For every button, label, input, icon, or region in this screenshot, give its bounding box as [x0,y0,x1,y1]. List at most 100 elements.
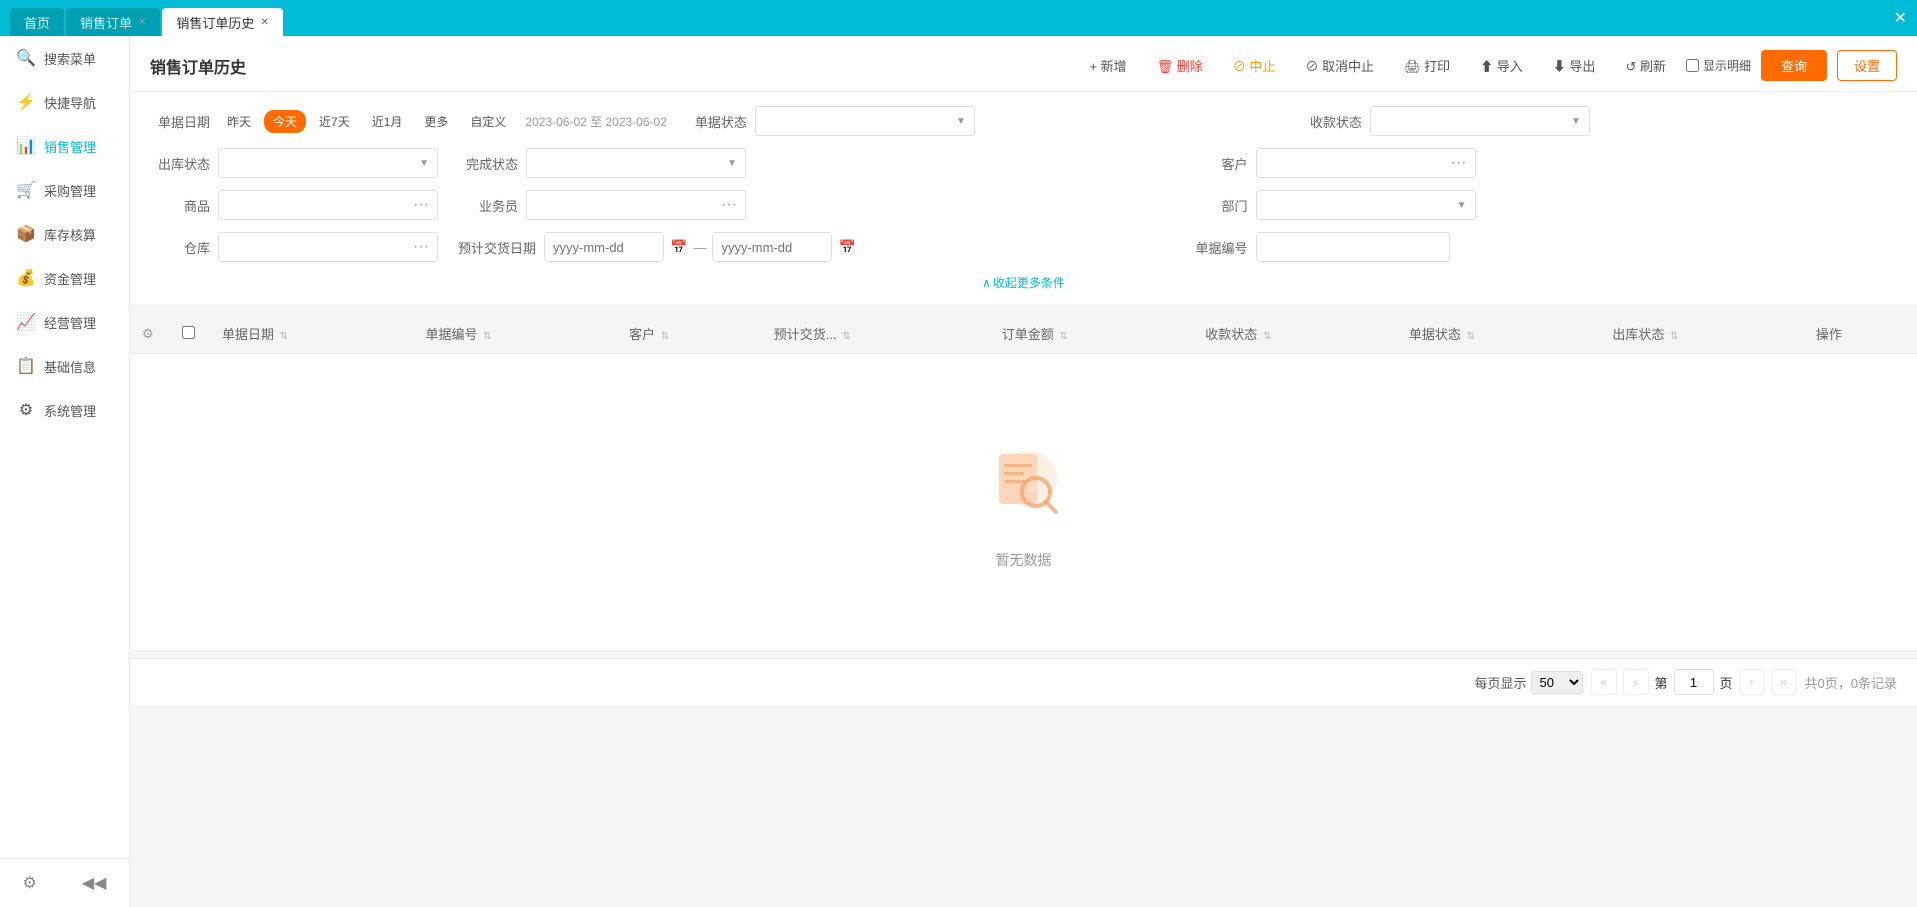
sidebar-item-operations[interactable]: 📈 经营管理 [0,300,129,344]
tab-home[interactable]: 首页 [10,8,64,36]
next-page-button[interactable]: › [1739,669,1765,695]
salesperson-label: 业务员 [458,196,518,215]
display-columns-checkbox[interactable] [1686,59,1699,72]
salesperson-select[interactable]: ··· [526,190,746,220]
table-settings-icon[interactable]: ⚙ [142,326,154,341]
filter-row-1: 单据日期 昨天 今天 近7天 近1月 更多 自定义 2023-06-02 至 2… [150,106,1897,136]
date-to-calendar-icon[interactable]: 📅 [838,239,855,256]
product-dots[interactable]: ··· [413,196,429,214]
warehouse-select[interactable]: ··· [218,232,438,262]
pill-yesterday[interactable]: 昨天 [218,110,260,133]
total-info: 共0页，0条记录 [1805,673,1897,692]
sidebar-item-purchase-mgmt[interactable]: 🛒 采购管理 [0,168,129,212]
last-page-button[interactable]: » [1771,669,1797,695]
display-columns-label: 显示明细 [1703,57,1751,74]
pill-1month[interactable]: 近1月 [363,110,412,133]
sidebar-item-finance[interactable]: 💰 资金管理 [0,256,129,300]
table-body: 暂无数据 [130,354,1917,651]
department-select[interactable]: ▼ [1256,190,1476,220]
filter-item-warehouse: 仓库 ··· [150,232,438,262]
import-button[interactable]: ⬆ 导入 [1470,51,1533,80]
department-chevron: ▼ [1457,200,1467,211]
pill-7days[interactable]: 近7天 [310,110,359,133]
salesperson-dots[interactable]: ··· [721,196,737,214]
payment-status-select[interactable]: ▼ [1370,106,1590,136]
payment-status-label: 收款状态 [1302,112,1362,131]
tab-sales-order-history-close[interactable]: ✕ [260,17,268,28]
sort-date-icon[interactable]: ⇅ [280,331,288,342]
empty-state-cell: 暂无数据 [130,354,1917,651]
sidebar-item-inventory-label: 库存核算 [44,225,96,244]
complete-status-select[interactable]: ▼ [526,148,746,178]
product-select[interactable]: ··· [218,190,438,220]
col-operation: 操作 [1804,314,1917,354]
sidebar-item-search-menu[interactable]: 🔍 搜索菜单 [0,36,129,80]
sidebar-bottom: ⚙ ◀◀ [0,858,129,907]
pill-today[interactable]: 今天 [264,110,306,133]
collapse-button[interactable]: ∧ 收起更多条件 [150,274,1897,291]
delete-button[interactable]: 🗑 删除 [1147,51,1213,80]
table-header-row: ⚙ 单据日期 ⇅ 单据编号 ⇅ [130,314,1917,354]
date-range-text: 2023-06-02 至 2023-06-02 [525,113,666,130]
order-number-input[interactable] [1256,232,1450,262]
prev-page-button[interactable]: ‹ [1623,669,1649,695]
operations-icon: 📈 [16,312,36,332]
sidebar-item-quick-nav-label: 快捷导航 [44,93,96,112]
sidebar-settings-icon[interactable]: ⚙ [17,867,43,899]
col-date: 单据日期 ⇅ [210,314,414,354]
display-columns-toggle[interactable]: 显示明细 [1686,57,1751,74]
sort-delivery-icon[interactable]: ⇅ [842,331,850,342]
date-from-input[interactable] [544,232,664,262]
empty-state-row: 暂无数据 [130,354,1917,651]
sidebar-item-inventory[interactable]: 📦 库存核算 [0,212,129,256]
window-close-icon[interactable]: ✕ [1894,8,1907,28]
date-to-input[interactable] [712,232,832,262]
select-all-checkbox[interactable] [182,326,195,339]
tab-sales-order-close[interactable]: ✕ [138,17,146,28]
delivery-status-select[interactable]: ▼ [218,148,438,178]
empty-state: 暂无数据 [130,354,1917,650]
filter-item-date: 单据日期 昨天 今天 近7天 近1月 更多 自定义 2023-06-02 至 2… [150,110,667,133]
print-button[interactable]: 🖨 打印 [1394,51,1460,80]
cancel-stop-button[interactable]: ⊘ 取消中止 [1295,51,1384,80]
new-button[interactable]: + 新增 [1079,51,1136,80]
sidebar-item-sales-mgmt-label: 销售管理 [44,137,96,156]
date-from-calendar-icon[interactable]: 📅 [670,239,687,256]
col-expected-delivery: 预计交货... ⇅ [762,314,990,354]
sort-payment-icon[interactable]: ⇅ [1263,331,1271,342]
tab-sales-order-history[interactable]: 销售订单历史 ✕ [162,8,282,36]
pill-more[interactable]: 更多 [415,110,457,133]
sort-amount-icon[interactable]: ⇅ [1059,331,1067,342]
refresh-button[interactable]: ↺ 刷新 [1615,51,1676,80]
sidebar-item-system-mgmt[interactable]: ⚙ 系统管理 [0,388,129,432]
sort-customer-icon[interactable]: ⇅ [661,331,669,342]
sidebar-collapse-icon[interactable]: ◀◀ [76,867,113,899]
tab-sales-order[interactable]: 销售订单 ✕ [66,8,160,36]
sort-number-icon[interactable]: ⇅ [483,331,491,342]
page-label-prefix: 第 [1655,673,1668,692]
sidebar-item-basic-info[interactable]: 📋 基础信息 [0,344,129,388]
basic-info-icon: 📋 [16,356,36,376]
customer-dots[interactable]: ··· [1451,154,1467,172]
pill-custom[interactable]: 自定义 [461,110,515,133]
filter-item-product: 商品 ··· [150,190,438,220]
query-button[interactable]: 查询 [1761,50,1827,81]
page-size-dropdown[interactable]: 20 50 100 [1531,671,1583,694]
order-status-select[interactable]: ▼ [755,106,975,136]
customer-select[interactable]: ··· [1256,148,1476,178]
sort-order-status-icon[interactable]: ⇅ [1466,331,1474,342]
sidebar-item-quick-nav[interactable]: ⚡ 快捷导航 [0,80,129,124]
stop-button[interactable]: ⊘ 中止 [1223,51,1286,80]
sort-delivery-status-icon[interactable]: ⇅ [1670,331,1678,342]
page-input[interactable] [1674,669,1714,695]
first-page-button[interactable]: « [1591,669,1617,695]
customer-label: 客户 [1188,154,1248,173]
warehouse-dots[interactable]: ··· [413,238,429,256]
content-body: 销售订单历史 + 新增 🗑 删除 ⊘ 中止 ⊘ 取消中止 🖨 打印 ⬆ 导入 ⬇… [130,36,1917,907]
sidebar-item-sales-mgmt[interactable]: 📊 销售管理 [0,124,129,168]
filter-item-payment-status: 收款状态 ▼ [1302,106,1897,136]
collapse-label: 收起更多条件 [993,274,1065,291]
export-button[interactable]: ⬇ 导出 [1543,51,1606,80]
filter-item-delivery-status: 出库状态 ▼ [150,148,438,178]
settings-button[interactable]: 设置 [1837,50,1897,81]
